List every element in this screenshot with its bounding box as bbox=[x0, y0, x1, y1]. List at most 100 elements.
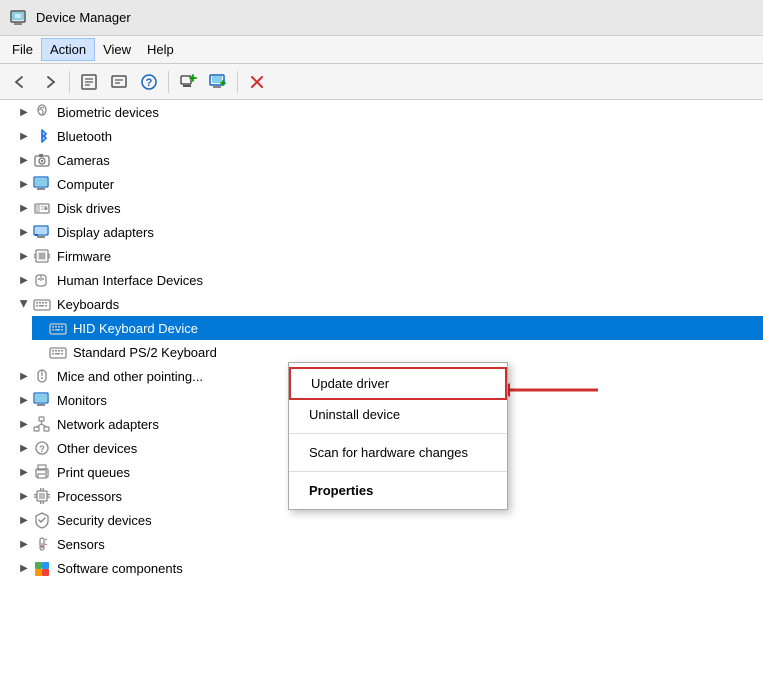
chevron-firmware: ▶ bbox=[16, 248, 32, 264]
security-icon bbox=[32, 510, 52, 530]
mice-icon bbox=[32, 366, 52, 386]
menu-action[interactable]: Action bbox=[41, 38, 95, 61]
scan-button[interactable] bbox=[174, 68, 202, 96]
title-bar: Device Manager bbox=[0, 0, 763, 36]
chevron-network: ▶ bbox=[16, 416, 32, 432]
computer-label: Computer bbox=[57, 177, 114, 192]
chevron-cameras: ▶ bbox=[16, 152, 32, 168]
window-title: Device Manager bbox=[36, 10, 131, 25]
biometric-icon bbox=[32, 102, 52, 122]
chevron-computer: ▶ bbox=[16, 176, 32, 192]
network-icon bbox=[32, 414, 52, 434]
properties-list-button[interactable] bbox=[75, 68, 103, 96]
cameras-label: Cameras bbox=[57, 153, 110, 168]
chevron-software: ▶ bbox=[16, 560, 32, 576]
tree-item-hid[interactable]: ▶ Human Interface Devices bbox=[16, 268, 763, 292]
device-details-button[interactable] bbox=[105, 68, 133, 96]
firmware-label: Firmware bbox=[57, 249, 111, 264]
software-icon bbox=[32, 558, 52, 578]
disk-label: Disk drives bbox=[57, 201, 121, 216]
app-icon bbox=[10, 9, 28, 27]
tree-item-computer[interactable]: ▶ Computer bbox=[16, 172, 763, 196]
hid-label: Human Interface Devices bbox=[57, 273, 203, 288]
tree-item-firmware[interactable]: ▶ Firmware bbox=[16, 244, 763, 268]
chevron-biometric: ▶ bbox=[16, 104, 32, 120]
ctx-properties[interactable]: Properties bbox=[289, 476, 507, 505]
other-label: Other devices bbox=[57, 441, 137, 456]
svg-text:?: ? bbox=[39, 444, 45, 454]
ctx-update-driver[interactable]: Update driver bbox=[289, 367, 507, 400]
menu-view[interactable]: View bbox=[95, 39, 139, 60]
network-label: Network adapters bbox=[57, 417, 159, 432]
remove-button[interactable] bbox=[243, 68, 271, 96]
toolbar-sep-1 bbox=[69, 71, 70, 93]
tree-item-disk[interactable]: ▶ Disk drives bbox=[16, 196, 763, 220]
chevron-disk: ▶ bbox=[16, 200, 32, 216]
tree-item-sensors[interactable]: ▶ Sensors bbox=[16, 532, 763, 556]
ps2-keyboard-label: Standard PS/2 Keyboard bbox=[73, 345, 217, 360]
software-label: Software components bbox=[57, 561, 183, 576]
tree-item-biometric[interactable]: ▶ Biometric devices bbox=[16, 100, 763, 124]
processors-icon bbox=[32, 486, 52, 506]
chevron-hid: ▶ bbox=[16, 272, 32, 288]
sensors-label: Sensors bbox=[57, 537, 105, 552]
chevron-mice: ▶ bbox=[16, 368, 32, 384]
chevron-processors: ▶ bbox=[16, 488, 32, 504]
tree-item-bluetooth[interactable]: ▶ Bluetooth bbox=[16, 124, 763, 148]
tree-item-hid-keyboard[interactable]: ▶ HID Keyboard Device bbox=[32, 316, 763, 340]
toolbar-sep-3 bbox=[237, 71, 238, 93]
device-tree: ▶ Biometric devices ▶ Bluetooth ▶ bbox=[0, 100, 763, 678]
context-menu: Update driver Uninstall device Scan for … bbox=[288, 362, 508, 510]
bluetooth-icon bbox=[32, 126, 52, 146]
chevron-sensors: ▶ bbox=[16, 536, 32, 552]
ctx-divider-2 bbox=[289, 471, 507, 472]
chevron-keyboards: ▶ bbox=[16, 296, 32, 312]
chevron-security: ▶ bbox=[16, 512, 32, 528]
monitor-button[interactable] bbox=[204, 68, 232, 96]
back-button[interactable] bbox=[6, 68, 34, 96]
menu-help[interactable]: Help bbox=[139, 39, 182, 60]
bluetooth-label: Bluetooth bbox=[57, 129, 112, 144]
security-label: Security devices bbox=[57, 513, 152, 528]
menu-file[interactable]: File bbox=[4, 39, 41, 60]
display-icon bbox=[32, 222, 52, 242]
toolbar: ? bbox=[0, 64, 763, 100]
display-label: Display adapters bbox=[57, 225, 154, 240]
keyboards-label: Keyboards bbox=[57, 297, 119, 312]
tree-item-ps2-keyboard[interactable]: ▶ Standard PS/2 Keyboard bbox=[32, 340, 763, 364]
hid-keyboard-label: HID Keyboard Device bbox=[73, 321, 198, 336]
chevron-other: ▶ bbox=[16, 440, 32, 456]
mice-label: Mice and other pointing... bbox=[57, 369, 203, 384]
sensors-icon bbox=[32, 534, 52, 554]
hid-keyboard-icon bbox=[48, 318, 68, 338]
menu-bar: File Action View Help bbox=[0, 36, 763, 64]
disk-icon bbox=[32, 198, 52, 218]
print-icon bbox=[32, 462, 52, 482]
tree-item-software[interactable]: ▶ Software components bbox=[16, 556, 763, 580]
help-button[interactable]: ? bbox=[135, 68, 163, 96]
chevron-display: ▶ bbox=[16, 224, 32, 240]
toolbar-sep-2 bbox=[168, 71, 169, 93]
other-icon: ? bbox=[32, 438, 52, 458]
monitors-icon bbox=[32, 390, 52, 410]
print-label: Print queues bbox=[57, 465, 130, 480]
tree-item-cameras[interactable]: ▶ Cameras bbox=[16, 148, 763, 172]
svg-text:?: ? bbox=[146, 77, 153, 89]
forward-button[interactable] bbox=[36, 68, 64, 96]
ctx-scan-hardware[interactable]: Scan for hardware changes bbox=[289, 438, 507, 467]
biometric-label: Biometric devices bbox=[57, 105, 159, 120]
firmware-icon bbox=[32, 246, 52, 266]
tree-item-display[interactable]: ▶ Display adapters bbox=[16, 220, 763, 244]
ps2-keyboard-icon bbox=[48, 342, 68, 362]
tree-item-keyboards[interactable]: ▶ Keyboards bbox=[16, 292, 763, 316]
ctx-uninstall-device[interactable]: Uninstall device bbox=[289, 400, 507, 429]
chevron-monitors: ▶ bbox=[16, 392, 32, 408]
chevron-print: ▶ bbox=[16, 464, 32, 480]
hid-icon bbox=[32, 270, 52, 290]
keyboards-icon bbox=[32, 294, 52, 314]
computer-icon bbox=[32, 174, 52, 194]
tree-item-security[interactable]: ▶ Security devices bbox=[16, 508, 763, 532]
chevron-bluetooth: ▶ bbox=[16, 128, 32, 144]
ctx-divider-1 bbox=[289, 433, 507, 434]
cameras-icon bbox=[32, 150, 52, 170]
